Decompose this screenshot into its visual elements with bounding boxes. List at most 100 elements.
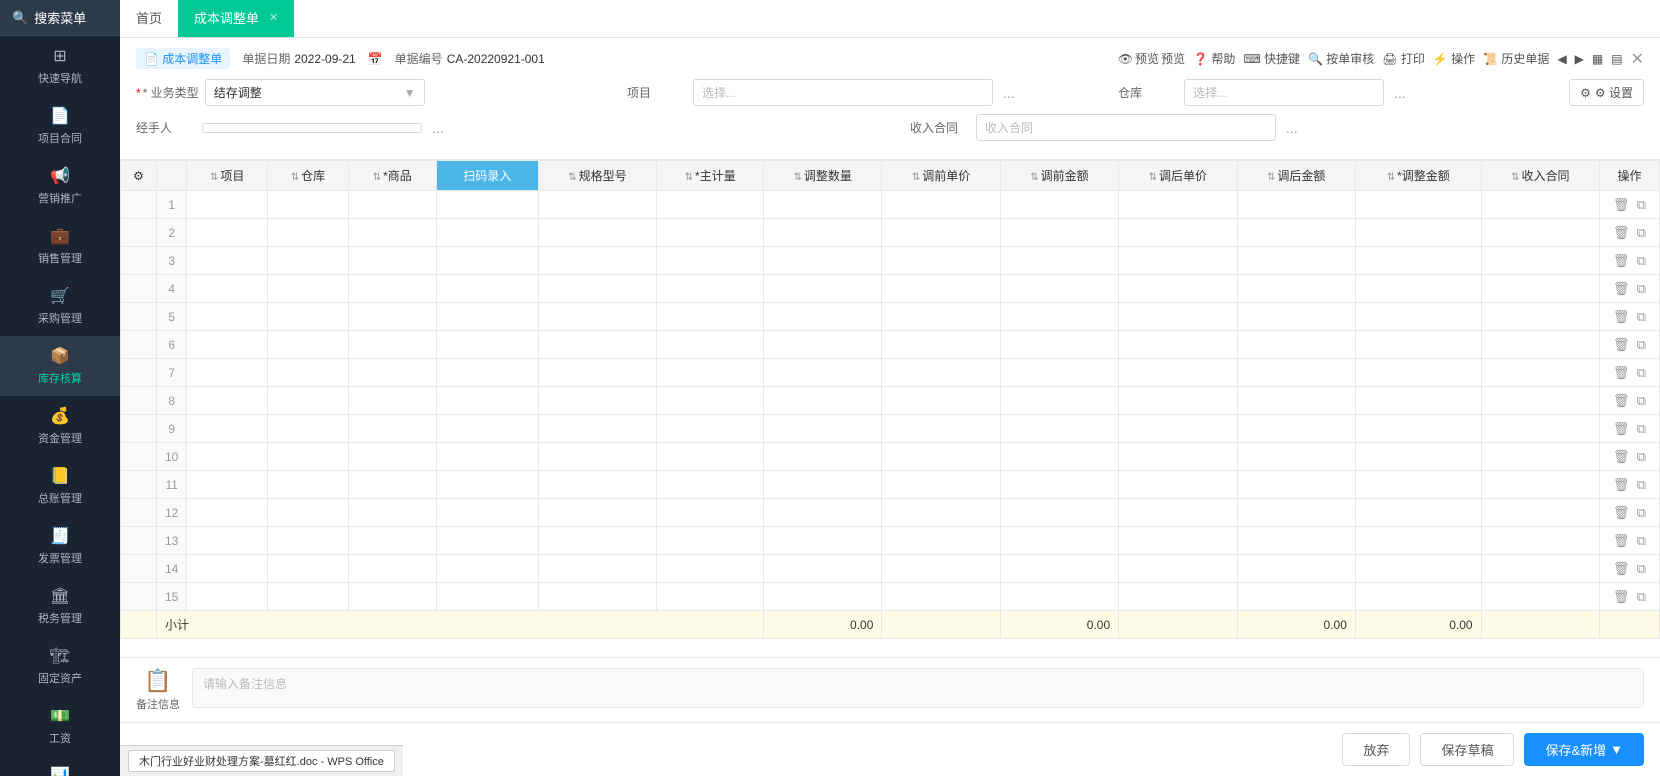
layout1-btn[interactable]: ▦ bbox=[1592, 52, 1603, 66]
row-delete-icon[interactable]: 🗑 bbox=[1613, 589, 1630, 604]
row-after-amount-cell[interactable] bbox=[1237, 247, 1355, 275]
row-copy-icon[interactable]: ⧉ bbox=[1637, 281, 1646, 296]
row-before-price-cell[interactable] bbox=[882, 303, 1000, 331]
col-before-amount-header[interactable]: ⇅调前金额 bbox=[1000, 161, 1118, 191]
col-after-amount-header[interactable]: ⇅调后金额 bbox=[1237, 161, 1355, 191]
sidebar-item-quick-nav[interactable]: ⊞快速导航 bbox=[0, 36, 120, 96]
row-after-amount-cell[interactable] bbox=[1237, 471, 1355, 499]
row-delete-icon[interactable]: 🗑 bbox=[1613, 365, 1630, 380]
row-warehouse-cell[interactable] bbox=[268, 219, 349, 247]
row-after-amount-cell[interactable] bbox=[1237, 499, 1355, 527]
row-project-cell[interactable] bbox=[187, 247, 268, 275]
row-after-amount-cell[interactable] bbox=[1237, 443, 1355, 471]
row-delete-icon[interactable]: 🗑 bbox=[1613, 253, 1630, 268]
row-adjust-qty-cell[interactable] bbox=[764, 443, 882, 471]
row-before-amount-cell[interactable] bbox=[1000, 359, 1118, 387]
row-before-amount-cell[interactable] bbox=[1000, 527, 1118, 555]
row-project-cell[interactable] bbox=[187, 387, 268, 415]
row-product-cell[interactable] bbox=[348, 359, 436, 387]
row-scan-cell[interactable] bbox=[436, 191, 538, 219]
row-scan-cell[interactable] bbox=[436, 583, 538, 611]
row-adjust-qty-cell[interactable] bbox=[764, 303, 882, 331]
row-income-contract-cell[interactable] bbox=[1481, 303, 1599, 331]
row-warehouse-cell[interactable] bbox=[268, 555, 349, 583]
project-input[interactable]: 选择... bbox=[693, 79, 993, 106]
row-copy-icon[interactable]: ⧉ bbox=[1637, 225, 1646, 240]
row-project-cell[interactable] bbox=[187, 555, 268, 583]
row-copy-icon[interactable]: ⧉ bbox=[1637, 477, 1646, 492]
row-unit-cell[interactable] bbox=[657, 527, 764, 555]
row-spec-cell[interactable] bbox=[538, 583, 656, 611]
row-scan-cell[interactable] bbox=[436, 415, 538, 443]
row-adjust-amount-cell[interactable] bbox=[1355, 387, 1481, 415]
row-before-amount-cell[interactable] bbox=[1000, 387, 1118, 415]
col-scan-header[interactable]: 扫码录入 bbox=[436, 161, 538, 191]
col-adjust-amount-header[interactable]: ⇅*调整金额 bbox=[1355, 161, 1481, 191]
row-warehouse-cell[interactable] bbox=[268, 415, 349, 443]
project-more-btn[interactable]: ... bbox=[1003, 85, 1015, 101]
row-warehouse-cell[interactable] bbox=[268, 499, 349, 527]
row-unit-cell[interactable] bbox=[657, 471, 764, 499]
row-after-price-cell[interactable] bbox=[1119, 191, 1237, 219]
row-unit-cell[interactable] bbox=[657, 331, 764, 359]
row-income-contract-cell[interactable] bbox=[1481, 247, 1599, 275]
col-warehouse-header[interactable]: ⇅仓库 bbox=[268, 161, 349, 191]
nav-prev-btn[interactable]: ◀ bbox=[1557, 52, 1566, 66]
row-after-price-cell[interactable] bbox=[1119, 583, 1237, 611]
row-income-contract-cell[interactable] bbox=[1481, 387, 1599, 415]
row-adjust-qty-cell[interactable] bbox=[764, 471, 882, 499]
row-before-price-cell[interactable] bbox=[882, 583, 1000, 611]
save-new-button[interactable]: 保存&新增 ▼ bbox=[1524, 733, 1644, 766]
col-product-header[interactable]: ⇅*商品 bbox=[348, 161, 436, 191]
row-warehouse-cell[interactable] bbox=[268, 359, 349, 387]
row-spec-cell[interactable] bbox=[538, 303, 656, 331]
row-before-price-cell[interactable] bbox=[882, 191, 1000, 219]
preview-btn[interactable]: 👁 预览预览 bbox=[1118, 50, 1185, 67]
row-product-cell[interactable] bbox=[348, 527, 436, 555]
row-warehouse-cell[interactable] bbox=[268, 471, 349, 499]
row-adjust-qty-cell[interactable] bbox=[764, 247, 882, 275]
row-after-amount-cell[interactable] bbox=[1237, 275, 1355, 303]
col-before-price-header[interactable]: ⇅调前单价 bbox=[882, 161, 1000, 191]
row-adjust-amount-cell[interactable] bbox=[1355, 275, 1481, 303]
row-delete-icon[interactable]: 🗑 bbox=[1613, 421, 1630, 436]
row-after-amount-cell[interactable] bbox=[1237, 191, 1355, 219]
row-warehouse-cell[interactable] bbox=[268, 443, 349, 471]
row-spec-cell[interactable] bbox=[538, 415, 656, 443]
row-after-amount-cell[interactable] bbox=[1237, 555, 1355, 583]
row-unit-cell[interactable] bbox=[657, 359, 764, 387]
row-before-amount-cell[interactable] bbox=[1000, 303, 1118, 331]
row-adjust-amount-cell[interactable] bbox=[1355, 443, 1481, 471]
row-product-cell[interactable] bbox=[348, 583, 436, 611]
row-after-price-cell[interactable] bbox=[1119, 499, 1237, 527]
row-scan-cell[interactable] bbox=[436, 527, 538, 555]
row-before-amount-cell[interactable] bbox=[1000, 219, 1118, 247]
row-adjust-amount-cell[interactable] bbox=[1355, 471, 1481, 499]
row-before-price-cell[interactable] bbox=[882, 499, 1000, 527]
row-before-price-cell[interactable] bbox=[882, 555, 1000, 583]
row-after-price-cell[interactable] bbox=[1119, 527, 1237, 555]
row-before-amount-cell[interactable] bbox=[1000, 499, 1118, 527]
col-unit-header[interactable]: ⇅*主计量 bbox=[657, 161, 764, 191]
row-scan-cell[interactable] bbox=[436, 303, 538, 331]
row-warehouse-cell[interactable] bbox=[268, 527, 349, 555]
row-before-amount-cell[interactable] bbox=[1000, 191, 1118, 219]
row-project-cell[interactable] bbox=[187, 583, 268, 611]
row-delete-icon[interactable]: 🗑 bbox=[1613, 393, 1630, 408]
row-product-cell[interactable] bbox=[348, 219, 436, 247]
row-delete-icon[interactable]: 🗑 bbox=[1613, 197, 1630, 212]
row-income-contract-cell[interactable] bbox=[1481, 443, 1599, 471]
row-delete-icon[interactable]: 🗑 bbox=[1613, 477, 1630, 492]
row-unit-cell[interactable] bbox=[657, 303, 764, 331]
nav-next-btn[interactable]: ▶ bbox=[1575, 52, 1584, 66]
row-after-amount-cell[interactable] bbox=[1237, 527, 1355, 555]
sidebar-item-invoice-mgmt[interactable]: 🧾发票管理 bbox=[0, 516, 120, 576]
row-copy-icon[interactable]: ⧉ bbox=[1637, 253, 1646, 268]
row-after-price-cell[interactable] bbox=[1119, 331, 1237, 359]
row-before-price-cell[interactable] bbox=[882, 275, 1000, 303]
row-spec-cell[interactable] bbox=[538, 191, 656, 219]
col-after-price-header[interactable]: ⇅调后单价 bbox=[1119, 161, 1237, 191]
row-copy-icon[interactable]: ⧉ bbox=[1637, 421, 1646, 436]
row-after-price-cell[interactable] bbox=[1119, 471, 1237, 499]
income-contract-input[interactable]: 收入合同 bbox=[976, 114, 1276, 141]
